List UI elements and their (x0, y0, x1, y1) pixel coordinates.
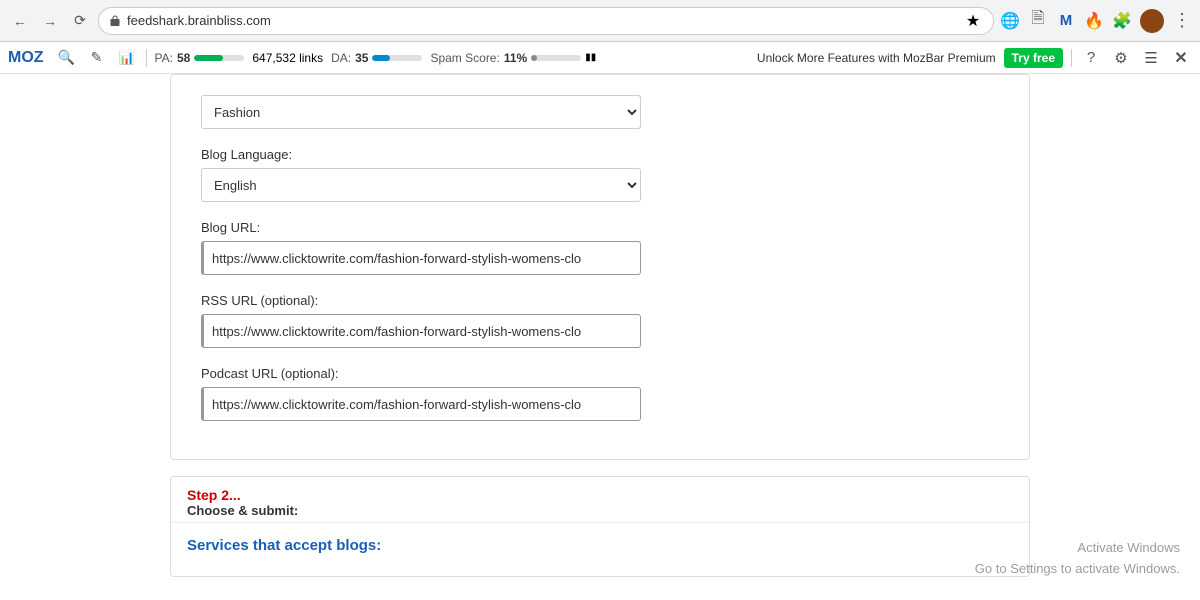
back-button[interactable]: ← (8, 9, 32, 33)
m-extension-icon[interactable]: M (1056, 11, 1076, 31)
pa-label: PA: (155, 51, 173, 65)
podcast-url-label: Podcast URL (optional): (201, 366, 999, 381)
da-progress-bar (372, 55, 422, 61)
da-label: DA: (331, 51, 351, 65)
language-select[interactable]: English Spanish French German Italian Po… (201, 168, 641, 202)
pa-progress-fill (194, 55, 223, 61)
star-icon[interactable]: ★ (963, 11, 983, 31)
browser-chrome: ← → ⟳ feedshark.brainbliss.com ★ 🌐 🗎 M 🔥… (0, 0, 1200, 42)
pa-metric: PA: 58 (155, 51, 245, 65)
step2-title: Step 2... (187, 487, 1013, 503)
pa-value: 58 (177, 51, 190, 65)
podcast-url-input[interactable] (201, 387, 641, 421)
step2-subtitle: Choose & submit: (187, 503, 1013, 518)
category-form-group: Fashion Technology Health Travel Food Bu… (201, 95, 999, 129)
blog-url-form-group: Blog URL: (201, 220, 999, 275)
moz-menu-icon[interactable]: ☰ (1140, 47, 1162, 69)
moz-divider-2 (1071, 49, 1072, 67)
page-content: Fashion Technology Health Travel Food Bu… (0, 74, 1200, 600)
address-bar[interactable]: feedshark.brainbliss.com ★ (98, 7, 994, 35)
try-free-button[interactable]: Try free (1004, 48, 1063, 68)
moz-settings-icon[interactable]: ⚙ (1110, 47, 1132, 69)
language-form-group: Blog Language: English Spanish French Ge… (201, 147, 999, 202)
spam-progress-fill (531, 55, 537, 61)
links-value: 647,532 links (252, 51, 323, 65)
unlock-text: Unlock More Features with MozBar Premium (757, 51, 996, 65)
rss-url-form-group: RSS URL (optional): (201, 293, 999, 348)
reader-icon[interactable]: 🗎 (1028, 11, 1048, 31)
step2-section: Step 2... Choose & submit: Services that… (170, 476, 1030, 577)
user-avatar[interactable] (1140, 9, 1164, 33)
moz-bar: MOZ 🔍 ✎ 📊 PA: 58 647,532 links DA: 35 Sp… (0, 42, 1200, 74)
pa-progress-bar (194, 55, 244, 61)
rss-url-label: RSS URL (optional): (201, 293, 999, 308)
podcast-url-form-group: Podcast URL (optional): (201, 366, 999, 421)
blog-url-input[interactable] (201, 241, 641, 275)
step2-header: Step 2... Choose & submit: (171, 477, 1029, 523)
reload-button[interactable]: ⟳ (68, 9, 92, 33)
url-input[interactable]: feedshark.brainbliss.com (127, 13, 957, 28)
da-value: 35 (355, 51, 368, 65)
da-progress-fill (372, 55, 390, 61)
moz-logo: MOZ (8, 49, 44, 67)
step2-body: Services that accept blogs: (171, 523, 1029, 576)
moz-search-icon[interactable]: 🔍 (56, 47, 78, 69)
spam-value: 11% (504, 51, 527, 65)
spam-metric: Spam Score: 11% ▮▮ (430, 51, 596, 65)
blog-url-label: Blog URL: (201, 220, 999, 235)
da-metric: DA: 35 (331, 51, 422, 65)
links-metric: 647,532 links (252, 51, 323, 65)
firefox-icon[interactable]: 🔥 (1084, 11, 1104, 31)
content-wrapper: Fashion Technology Health Travel Food Bu… (150, 74, 1050, 600)
moz-close-button[interactable]: ✕ (1170, 47, 1192, 69)
lock-icon (109, 15, 121, 27)
form-section: Fashion Technology Health Travel Food Bu… (170, 74, 1030, 460)
moz-chart-icon[interactable]: 📊 (116, 47, 138, 69)
spam-label: Spam Score: (430, 51, 499, 65)
world-icon[interactable]: 🌐 (1000, 11, 1020, 31)
services-heading: Services that accept blogs: (187, 537, 1013, 554)
spam-bar-icon: ▮▮ (585, 52, 596, 63)
puzzle-icon[interactable]: 🧩 (1112, 11, 1132, 31)
spam-progress-bar (531, 55, 581, 61)
moz-edit-icon[interactable]: ✎ (86, 47, 108, 69)
rss-url-input[interactable] (201, 314, 641, 348)
forward-button[interactable]: → (38, 9, 62, 33)
moz-question-icon[interactable]: ? (1080, 47, 1102, 69)
menu-icon[interactable]: ⋮ (1172, 11, 1192, 31)
moz-divider-1 (146, 49, 147, 67)
category-select[interactable]: Fashion Technology Health Travel Food Bu… (201, 95, 641, 129)
language-label: Blog Language: (201, 147, 999, 162)
browser-toolbar-icons: 🌐 🗎 M 🔥 🧩 ⋮ (1000, 9, 1192, 33)
